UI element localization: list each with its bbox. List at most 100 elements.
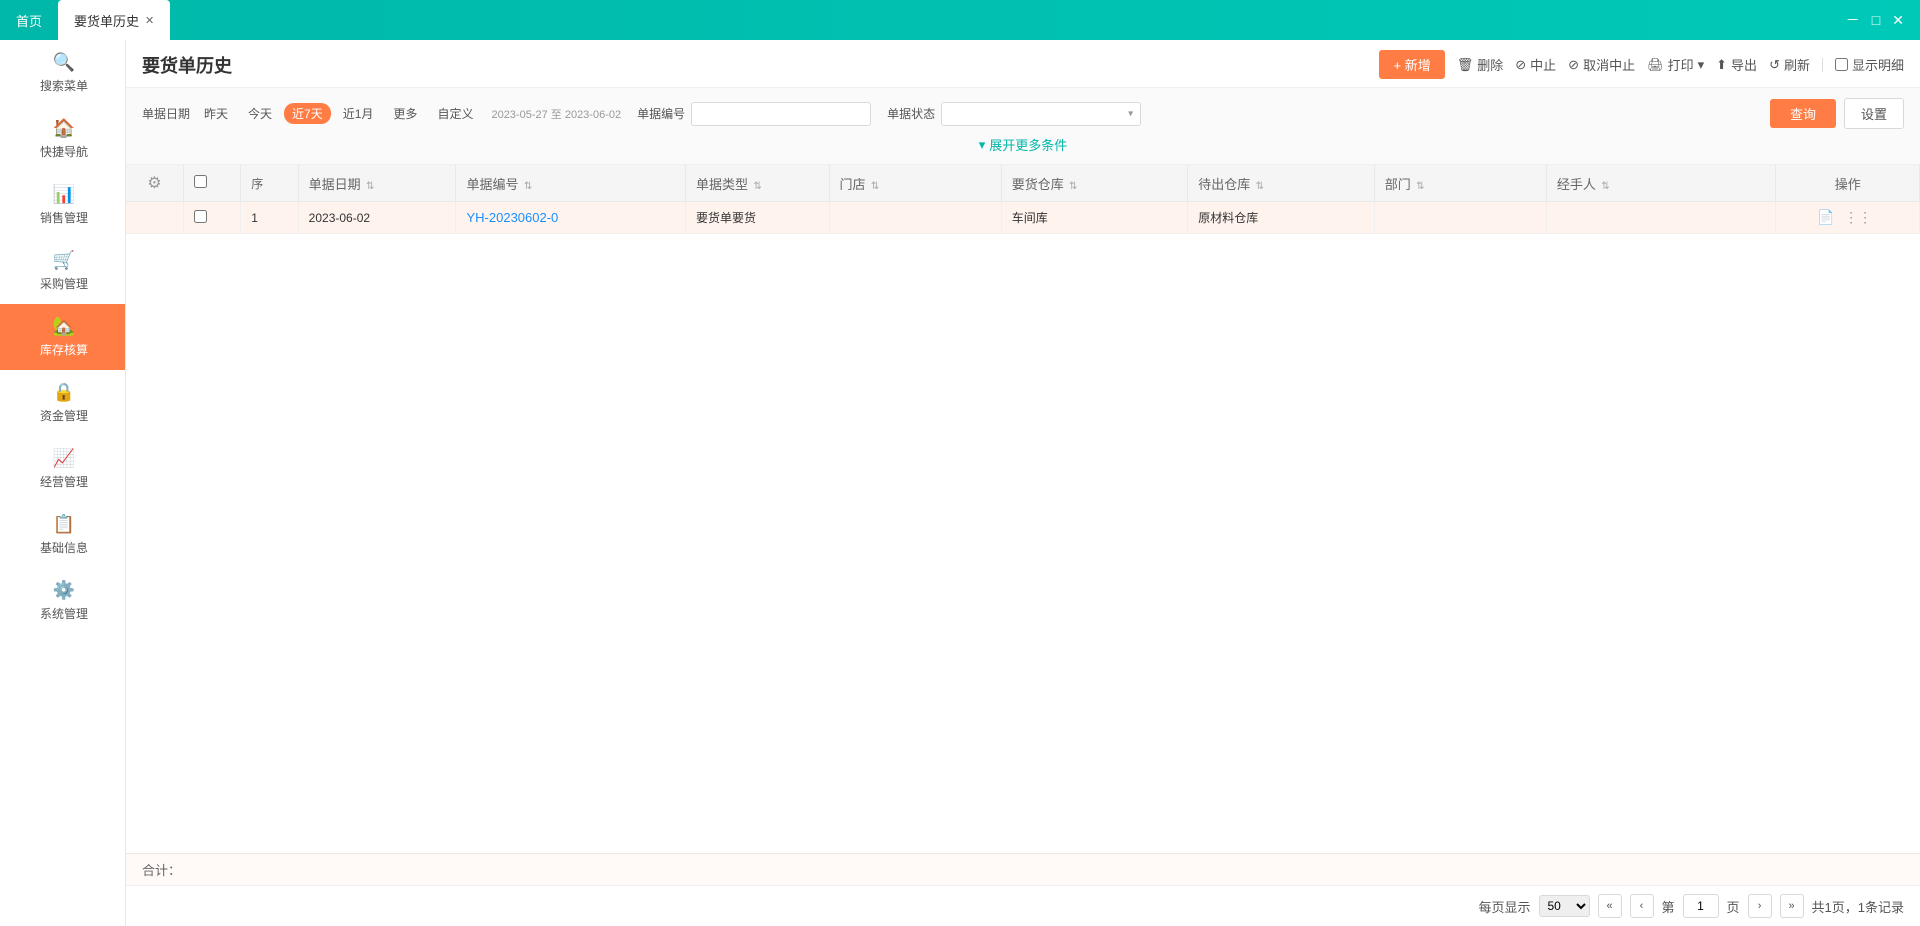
cell-docnum: YH-20230602-0	[456, 202, 686, 234]
table-row: 1 2023-06-02 YH-20230602-0 要货单要货 车间库 原材料…	[126, 202, 1920, 234]
filter-status-select-wrap	[941, 102, 1141, 126]
table-footer: 合计：	[126, 853, 1920, 885]
print-dropdown-icon: ▾	[1698, 57, 1705, 73]
date-btn-more[interactable]: 更多	[385, 103, 425, 124]
tab-close-icon[interactable]: ✕	[145, 14, 154, 27]
basic-info-icon: 📋	[53, 514, 75, 535]
sidebar-item-basic-info[interactable]: 📋 基础信息	[0, 502, 125, 568]
last-page-button[interactable]: »	[1780, 894, 1804, 918]
sort-wait-wh-icon: ⇅	[1256, 181, 1264, 192]
op-more-icon[interactable]: ⋮⋮	[1844, 209, 1872, 225]
date-btn-yesterday[interactable]: 昨天	[196, 103, 236, 124]
th-gear[interactable]: ⚙	[126, 165, 183, 202]
cell-pending-warehouse: 原材料仓库	[1188, 202, 1375, 234]
toolbar: + 新增 🗑 删除 ⊘ 中止 ⊘ 取消中止 🖨 打印 ▾	[1379, 50, 1904, 79]
th-handler[interactable]: 经手人 ⇅	[1546, 165, 1776, 202]
footer-total-label: 合计：	[142, 860, 181, 879]
cell-date: 2023-06-02	[298, 202, 456, 234]
gear-icon[interactable]: ⚙	[136, 173, 173, 193]
filter-date-label: 单据日期	[142, 105, 190, 122]
export-button[interactable]: ⬆ 导出	[1716, 55, 1757, 74]
cell-handler	[1546, 202, 1776, 234]
tab-requisition-history[interactable]: 要货单历史 ✕	[58, 0, 170, 40]
op-edit-icon[interactable]: 📄	[1817, 209, 1834, 225]
stop-button[interactable]: ⊘ 中止	[1515, 55, 1556, 74]
top-bar-tabs: 首页 要货单历史 ✕	[0, 0, 1846, 40]
table-area: ⚙ 序 单据日期 ⇅ 单据编号 ⇅	[126, 165, 1920, 853]
sidebar-item-inventory[interactable]: 🏡 库存核算	[0, 304, 125, 370]
table-header-row: ⚙ 序 单据日期 ⇅ 单据编号 ⇅	[126, 165, 1920, 202]
sidebar-item-purchase-mgmt[interactable]: 🛒 采购管理	[0, 238, 125, 304]
sort-date-icon: ⇅	[366, 181, 374, 192]
th-req-warehouse[interactable]: 要货仓库 ⇅	[1001, 165, 1188, 202]
query-button[interactable]: 查询	[1770, 99, 1836, 128]
cell-checkbox[interactable]	[183, 202, 240, 234]
filter-docno-input[interactable]	[691, 102, 871, 126]
sidebar-item-quick-nav[interactable]: 🏠 快捷导航	[0, 106, 125, 172]
add-button[interactable]: + 新增	[1379, 50, 1444, 79]
th-pending-warehouse[interactable]: 待出仓库 ⇅	[1188, 165, 1375, 202]
first-page-button[interactable]: «	[1598, 894, 1622, 918]
minimize-icon[interactable]: －	[1846, 10, 1860, 30]
filter-status-group: 单据状态	[887, 102, 1141, 126]
filter-date-range: 2023-05-27 至 2023-06-02	[491, 106, 621, 122]
cell-no: 1	[241, 202, 298, 234]
toolbar-divider	[1822, 58, 1823, 72]
display-detail-checkbox[interactable]: 显示明细	[1835, 55, 1904, 74]
th-dept[interactable]: 部门 ⇅	[1374, 165, 1546, 202]
close-icon[interactable]: ✕	[1892, 12, 1904, 29]
row-checkbox[interactable]	[194, 210, 207, 223]
sort-req-wh-icon: ⇅	[1069, 181, 1077, 192]
th-checkbox[interactable]	[183, 165, 240, 202]
operations-icon: 📈	[53, 448, 75, 469]
tab-home[interactable]: 首页	[0, 0, 58, 40]
settings-button[interactable]: 设置	[1844, 98, 1904, 129]
sidebar-item-search-menu[interactable]: 🔍 搜索菜单	[0, 40, 125, 106]
date-btn-custom[interactable]: 自定义	[429, 103, 481, 124]
filter-row: 单据日期 昨天 今天 近7天 近1月 更多 自定义 2023-05-27 至 2…	[142, 98, 1904, 129]
date-btn-1month[interactable]: 近1月	[335, 103, 382, 124]
refresh-icon: ↺	[1769, 57, 1780, 73]
sort-doctype-icon: ⇅	[753, 181, 761, 192]
display-detail-input[interactable]	[1835, 58, 1848, 71]
sidebar: 🔍 搜索菜单 🏠 快捷导航 📊 销售管理 🛒 采购管理 🏡 库存核算 🔒 资金管…	[0, 40, 126, 926]
expand-more-icon: ▾	[979, 137, 986, 153]
total-info: 共1页，1条记录	[1812, 897, 1904, 916]
select-all-checkbox[interactable]	[194, 175, 207, 188]
th-doctype[interactable]: 单据类型 ⇅	[686, 165, 829, 202]
sidebar-item-finance-mgmt[interactable]: 🔒 资金管理	[0, 370, 125, 436]
filter-docno-group: 单据编号	[637, 102, 871, 126]
print-button[interactable]: 🖨 打印 ▾	[1647, 55, 1704, 74]
th-store[interactable]: 门店 ⇅	[829, 165, 1001, 202]
filter-status-label: 单据状态	[887, 105, 935, 122]
filter-date-group: 单据日期 昨天 今天 近7天 近1月 更多 自定义 2023-05-27 至 2…	[142, 103, 621, 124]
sidebar-item-system-mgmt[interactable]: ⚙️ 系统管理	[0, 568, 125, 634]
sidebar-item-sales-mgmt[interactable]: 📊 销售管理	[0, 172, 125, 238]
cell-store	[829, 202, 1001, 234]
page-size-select[interactable]: 50 10 20 100	[1539, 895, 1590, 917]
sidebar-item-operations-mgmt[interactable]: 📈 经营管理	[0, 436, 125, 502]
page-title: 要货单历史	[142, 52, 232, 78]
cell-req-warehouse: 车间库	[1001, 202, 1188, 234]
delete-button[interactable]: 🗑 删除	[1457, 55, 1504, 74]
prev-page-button[interactable]: ‹	[1630, 894, 1654, 918]
docnum-link[interactable]: YH-20230602-0	[466, 210, 558, 225]
cell-op: 📄 ⋮⋮	[1776, 202, 1920, 234]
page-number-input[interactable]	[1683, 894, 1719, 918]
search-menu-icon: 🔍	[53, 52, 75, 73]
date-btn-today[interactable]: 今天	[240, 103, 280, 124]
th-date[interactable]: 单据日期 ⇅	[298, 165, 456, 202]
th-docnum[interactable]: 单据编号 ⇅	[456, 165, 686, 202]
next-page-button[interactable]: ›	[1748, 894, 1772, 918]
filter-status-select[interactable]	[941, 102, 1141, 126]
maximize-icon[interactable]: □	[1872, 12, 1880, 28]
expand-more-button[interactable]: ▾ 展开更多条件	[142, 135, 1904, 154]
delete-icon: 🗑	[1457, 57, 1474, 73]
export-icon: ⬆	[1716, 57, 1727, 73]
content-area: 要货单历史 + 新增 🗑 删除 ⊘ 中止 ⊘ 取消中止 🖨 打印	[126, 40, 1920, 926]
date-btn-7days[interactable]: 近7天	[284, 103, 331, 124]
sales-icon: 📊	[53, 184, 75, 205]
cell-gear	[126, 202, 183, 234]
refresh-button[interactable]: ↺ 刷新	[1769, 55, 1810, 74]
cancel-stop-button[interactable]: ⊘ 取消中止	[1568, 55, 1635, 74]
